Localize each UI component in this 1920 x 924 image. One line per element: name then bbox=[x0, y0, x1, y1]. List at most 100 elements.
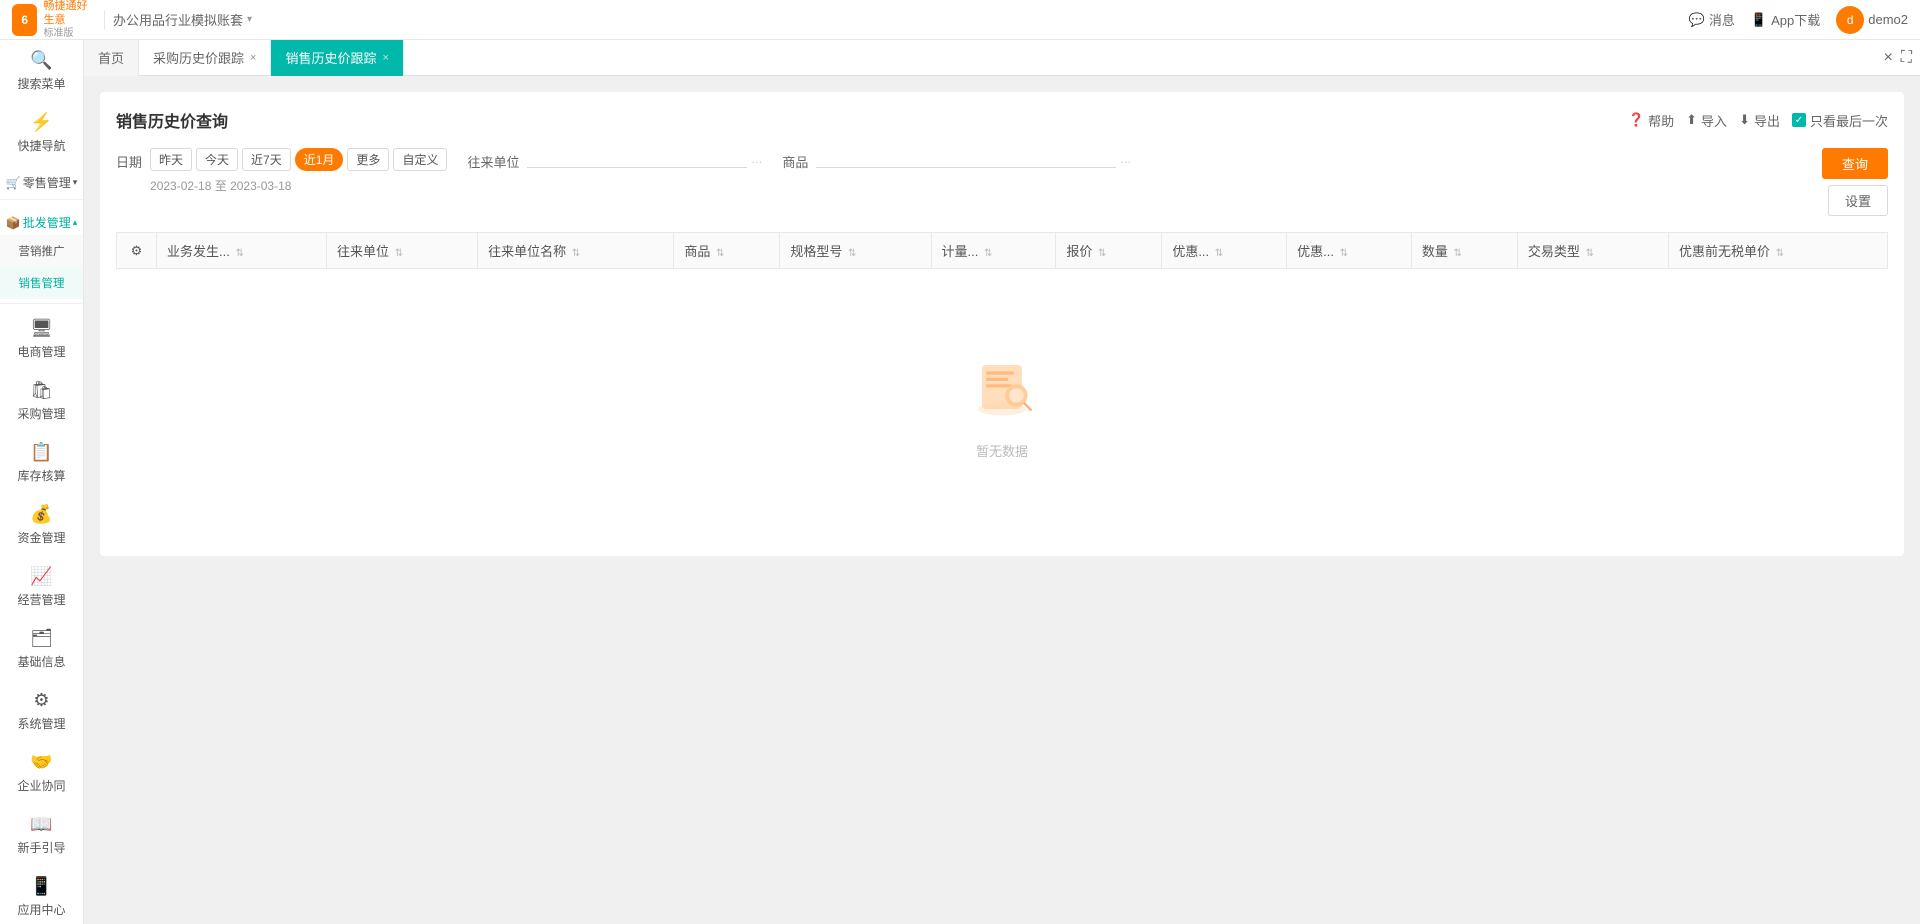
retail-icon: 🛒 bbox=[6, 176, 21, 190]
tab-home[interactable]: 首页 bbox=[84, 40, 139, 76]
wholesale-group-label[interactable]: 📦 批发管理 ▴ bbox=[0, 204, 83, 235]
date-btn-more[interactable]: 更多 bbox=[347, 148, 389, 171]
th-partner-name[interactable]: 往来单位名称 ⇅ bbox=[478, 233, 674, 269]
retail-group[interactable]: 🛒 零售管理 ▾ bbox=[0, 164, 83, 195]
search-button[interactable]: 查询 bbox=[1822, 148, 1888, 179]
logo-text: 畅捷通好生意 标准版 bbox=[43, 0, 96, 40]
only-last-checkbox[interactable]: ✓ 只看最后一次 bbox=[1792, 111, 1888, 130]
tab-close-all-button[interactable]: × bbox=[1883, 49, 1892, 67]
ecommerce-icon: 🖥 bbox=[30, 318, 53, 339]
export-button[interactable]: ⬇ 导出 bbox=[1739, 111, 1780, 130]
wholesale-section: 📦 批发管理 ▴ 营销推广 销售管理 bbox=[0, 204, 83, 304]
date-btn-custom[interactable]: 自定义 bbox=[393, 148, 447, 171]
help-icon: ❓ bbox=[1628, 112, 1644, 128]
quick-nav-icon: ⚡ bbox=[30, 112, 52, 133]
date-btn-today[interactable]: 今天 bbox=[196, 148, 238, 171]
sidebar-item-purchase[interactable]: 🛍 采购管理 bbox=[0, 370, 83, 432]
main-layout: 🔍 搜索菜单 ⚡ 快捷导航 🛒 零售管理 ▾ 📦 批发管理 ▴ bbox=[0, 40, 1920, 924]
empty-state-icon bbox=[962, 349, 1042, 429]
th-settings[interactable]: ⚙ bbox=[117, 233, 157, 269]
sort-icon-partner-code: ⇅ bbox=[395, 248, 403, 259]
main-card: 销售历史价查询 ❓ 帮助 ⬆ 导入 ⬇ 导出 bbox=[100, 92, 1904, 556]
partner-input[interactable] bbox=[527, 148, 747, 168]
checkbox-checked-icon: ✓ bbox=[1792, 113, 1806, 127]
top-bar-right: 💬 消息 📱 App下载 d demo2 bbox=[1689, 6, 1908, 34]
system-icon: ⚙ bbox=[33, 690, 49, 711]
th-goods[interactable]: 商品 ⇅ bbox=[674, 233, 780, 269]
goods-filter-label: 商品 bbox=[782, 148, 808, 171]
partner-filter-group: 往来单位 ... bbox=[467, 148, 762, 171]
sidebar-item-system[interactable]: ⚙ 系统管理 bbox=[0, 680, 83, 742]
user-menu[interactable]: d demo2 bbox=[1836, 6, 1908, 34]
sidebar-item-quick-nav[interactable]: ⚡ 快捷导航 bbox=[0, 102, 83, 164]
sidebar-item-ecommerce[interactable]: 🖥 电商管理 bbox=[0, 308, 83, 370]
sort-icon-goods: ⇅ bbox=[716, 248, 724, 259]
date-filter-group: 日期 昨天 今天 近7天 近1月 更多 自定义 2023-02-18 至 202… bbox=[116, 148, 447, 194]
th-unit[interactable]: 计量... ⇅ bbox=[931, 233, 1056, 269]
help-button[interactable]: ❓ 帮助 bbox=[1628, 111, 1674, 130]
date-btn-7days[interactable]: 近7天 bbox=[242, 148, 291, 171]
retail-group-label[interactable]: 🛒 零售管理 ▾ bbox=[0, 164, 83, 195]
wholesale-arrow-icon: ▴ bbox=[73, 217, 78, 228]
th-discount2[interactable]: 优惠... ⇅ bbox=[1287, 233, 1412, 269]
date-options: 昨天 今天 近7天 近1月 更多 自定义 bbox=[150, 148, 447, 171]
sort-icon-quote: ⇅ bbox=[1098, 248, 1106, 259]
sort-icon-trade-type: ⇅ bbox=[1586, 248, 1594, 259]
date-btn-yesterday[interactable]: 昨天 bbox=[150, 148, 192, 171]
partner-filter-label: 往来单位 bbox=[467, 148, 519, 171]
tab-fullscreen-button[interactable]: ⛶ bbox=[1901, 49, 1912, 67]
workspace-selector[interactable]: 办公用品行业模拟账套 ▾ bbox=[113, 10, 252, 29]
sidebar-item-apps[interactable]: 📱 应用中心 bbox=[0, 866, 83, 924]
sidebar-item-search[interactable]: 🔍 搜索菜单 bbox=[0, 40, 83, 102]
th-trade-type[interactable]: 交易类型 ⇅ bbox=[1517, 233, 1668, 269]
message-icon: 💬 bbox=[1689, 12, 1705, 28]
page-title: 销售历史价查询 bbox=[116, 108, 228, 132]
sidebar-item-basic-info[interactable]: 🗂 基础信息 bbox=[0, 618, 83, 680]
tab-purchase-history[interactable]: 采购历史价跟踪 × bbox=[139, 40, 271, 76]
basic-info-icon: 🗂 bbox=[30, 628, 53, 649]
tab-bar: 首页 采购历史价跟踪 × 销售历史价跟踪 × × ⛶ bbox=[84, 40, 1920, 76]
tab-sales-history-close[interactable]: × bbox=[382, 52, 388, 64]
date-filter-label: 日期 bbox=[116, 148, 142, 171]
tab-purchase-history-close[interactable]: × bbox=[250, 52, 256, 64]
search-icon: 🔍 bbox=[30, 50, 52, 71]
app-icon: 📱 bbox=[1751, 12, 1767, 28]
sidebar-item-sales-mgmt[interactable]: 销售管理 bbox=[0, 267, 83, 299]
retail-section: 🛒 零售管理 ▾ bbox=[0, 164, 83, 200]
page-header: 销售历史价查询 ❓ 帮助 ⬆ 导入 ⬇ 导出 bbox=[116, 108, 1888, 132]
filter-row: 日期 昨天 今天 近7天 近1月 更多 自定义 2023-02-18 至 202… bbox=[116, 148, 1888, 216]
operations-icon: 📈 bbox=[30, 566, 52, 587]
th-biz-date[interactable]: 业务发生... ⇅ bbox=[157, 233, 327, 269]
wholesale-group[interactable]: 📦 批发管理 ▴ bbox=[0, 204, 83, 235]
sort-icon-partner-name: ⇅ bbox=[572, 248, 580, 259]
th-spec[interactable]: 规格型号 ⇅ bbox=[780, 233, 931, 269]
tab-bar-actions: × ⛶ bbox=[1883, 49, 1920, 67]
app-download-button[interactable]: 📱 App下载 bbox=[1751, 10, 1820, 29]
date-btn-1month[interactable]: 近1月 bbox=[295, 148, 344, 171]
sidebar-item-marketing[interactable]: 营销推广 bbox=[0, 235, 83, 267]
th-partner-code[interactable]: 往来单位 ⇅ bbox=[326, 233, 477, 269]
settings-button[interactable]: 设置 bbox=[1828, 185, 1888, 216]
sidebar-item-enterprise[interactable]: 🤝 企业协同 bbox=[0, 742, 83, 804]
partner-placeholder: ... bbox=[751, 151, 762, 166]
tab-sales-history[interactable]: 销售历史价跟踪 × bbox=[271, 40, 403, 76]
th-qty[interactable]: 数量 ⇅ bbox=[1411, 233, 1517, 269]
message-button[interactable]: 💬 消息 bbox=[1689, 10, 1735, 29]
partner-filter-input: ... bbox=[527, 148, 762, 168]
goods-input[interactable] bbox=[816, 148, 1116, 168]
th-pretax-price[interactable]: 优惠前无税单价 ⇅ bbox=[1669, 233, 1888, 269]
retail-arrow-icon: ▾ bbox=[73, 177, 78, 188]
top-bar-left: 6 畅捷通好生意 标准版 办公用品行业模拟账套 ▾ bbox=[12, 0, 252, 40]
sort-icon-biz-date: ⇅ bbox=[235, 248, 243, 259]
import-button[interactable]: ⬆ 导入 bbox=[1686, 111, 1727, 130]
table-header: ⚙ 业务发生... ⇅ 往来单位 ⇅ 往来单位名称 ⇅ 商品 ⇅ 规格型号 ⇅ … bbox=[117, 233, 1888, 269]
sidebar-item-operations[interactable]: 📈 经营管理 bbox=[0, 556, 83, 618]
th-quote[interactable]: 报价 ⇅ bbox=[1056, 233, 1162, 269]
finance-icon: 💰 bbox=[30, 504, 52, 525]
sort-icon-discount2: ⇅ bbox=[1340, 248, 1348, 259]
th-discount1[interactable]: 优惠... ⇅ bbox=[1162, 233, 1287, 269]
sidebar-item-finance[interactable]: 💰 资金管理 bbox=[0, 494, 83, 556]
page-content: 销售历史价查询 ❓ 帮助 ⬆ 导入 ⬇ 导出 bbox=[84, 76, 1920, 924]
sidebar-item-inventory[interactable]: 📋 库存核算 bbox=[0, 432, 83, 494]
sidebar-item-guide[interactable]: 📖 新手引导 bbox=[0, 804, 83, 866]
